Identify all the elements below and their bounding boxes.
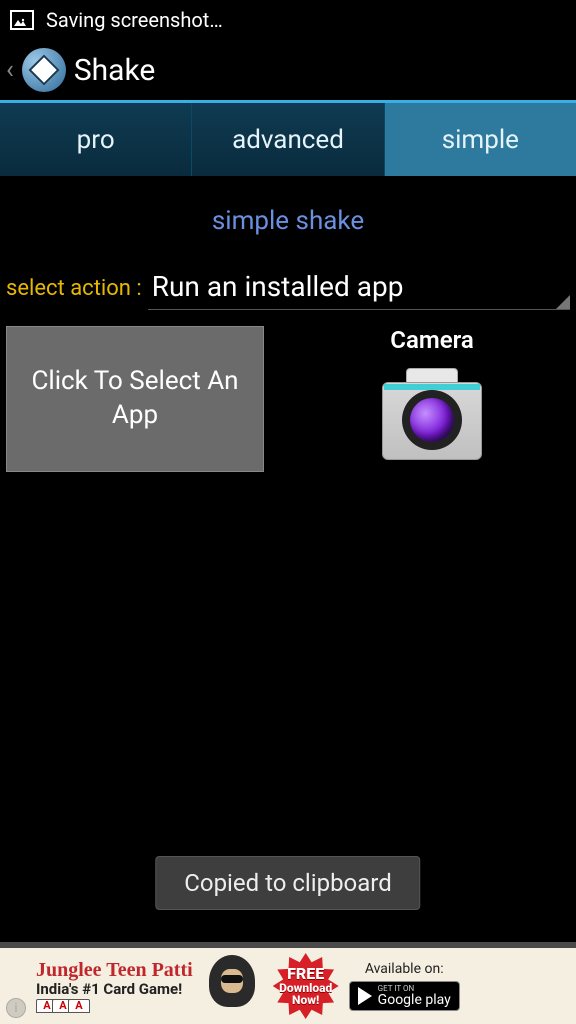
app-icon [22,48,66,92]
ad-available: Available on: [349,961,460,977]
tab-pro[interactable]: pro [0,103,192,176]
section-title: simple shake [6,206,570,236]
ad-subtitle: India's #1 Card Game! [36,981,193,998]
action-label: select action : [6,276,142,301]
ad-info-icon[interactable]: i [6,998,26,1018]
play-icon [358,987,372,1005]
ad-banner[interactable]: i Junglee Teen Patti India's #1 Card Gam… [0,942,576,1024]
app-title: Shake [74,53,155,88]
back-icon[interactable]: ‹ [6,57,14,83]
action-value: Run an installed app [152,270,404,303]
ad-right: Available on: GET IT ON Google play [349,961,460,1011]
tab-advanced[interactable]: advanced [192,103,384,176]
status-bar: Saving screenshot… [0,0,576,40]
toast-text: Copied to clipboard [184,869,391,897]
tab-bar: pro advanced simple [0,100,576,176]
picture-icon [10,10,34,30]
ad-left: Junglee Teen Patti India's #1 Card Game!… [36,959,193,1014]
ad-cards-icon: AAA [36,999,193,1013]
ad-person-icon [201,953,263,1019]
ad-burst-bot: Now! [279,994,332,1006]
ad-store-main: Google play [378,993,451,1007]
app-header[interactable]: ‹ Shake [0,40,576,100]
main-content: simple shake select action : Run an inst… [0,176,576,472]
selected-app-name: Camera [390,326,473,354]
toast: Copied to clipboard [155,856,420,910]
selected-app: Camera [294,326,570,464]
select-app-button[interactable]: Click To Select An App [6,326,264,472]
ad-burst: FREE Download Now! [271,951,341,1021]
camera-icon[interactable] [378,364,486,464]
action-row: select action : Run an installed app [6,266,570,310]
selection-row: Click To Select An App Camera [6,326,570,472]
tab-simple[interactable]: simple [385,103,576,176]
action-select[interactable]: Run an installed app [148,266,570,310]
ad-burst-top: FREE [279,966,332,982]
ad-title: Junglee Teen Patti [36,959,193,981]
ad-store-badge[interactable]: GET IT ON Google play [349,981,460,1011]
status-text: Saving screenshot… [46,8,223,32]
